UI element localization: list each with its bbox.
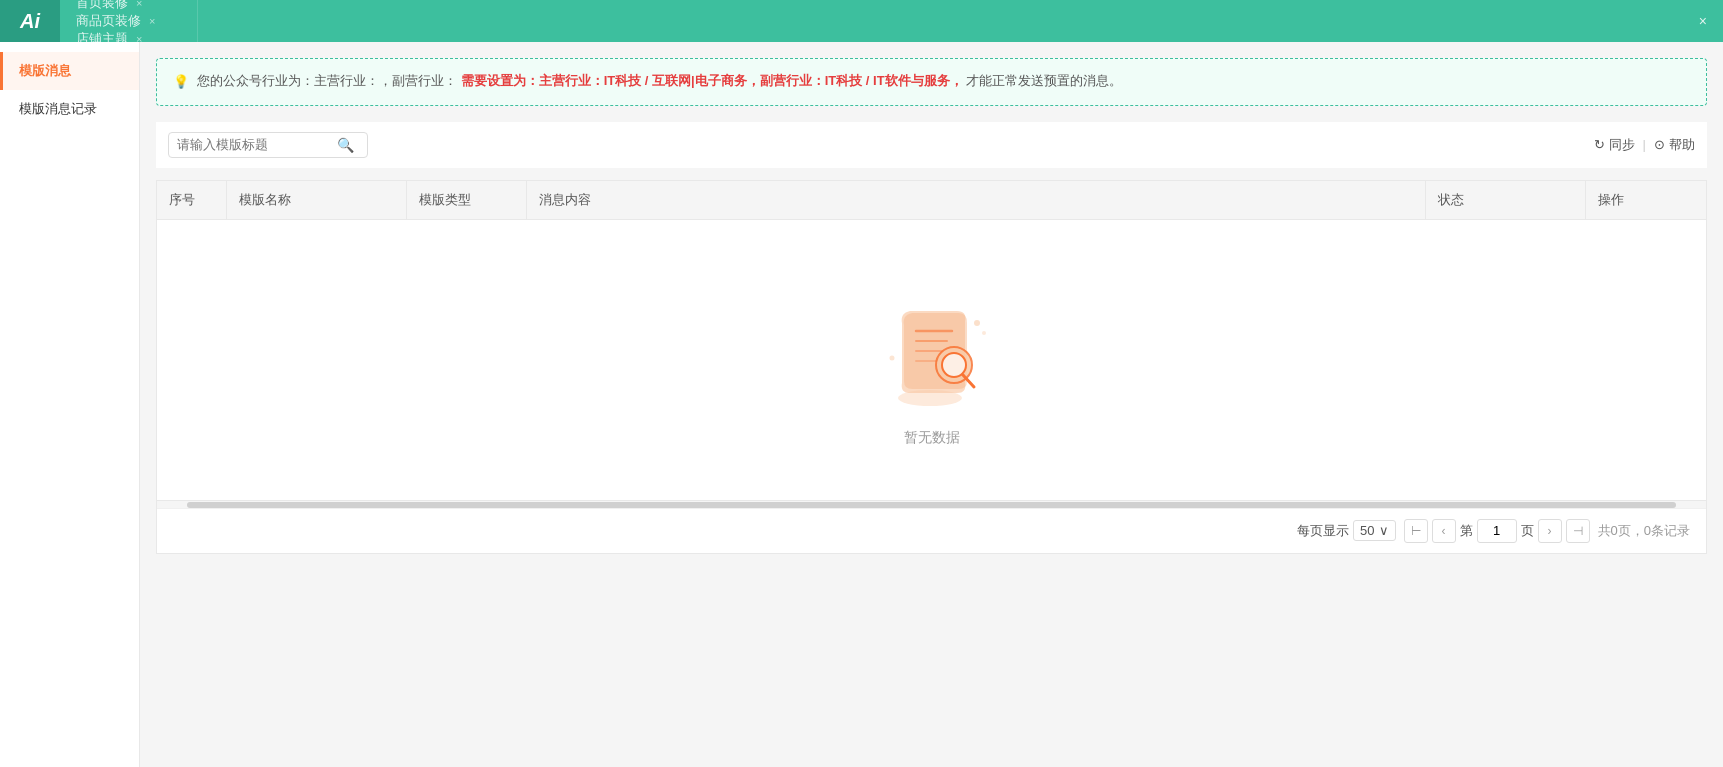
search-bar: 🔍 ↻ 同步 | ⊙ 帮助 bbox=[156, 122, 1707, 168]
empty-text: 暂无数据 bbox=[904, 429, 960, 447]
nav-tab-homepage-decor[interactable]: 首页装修 × bbox=[60, 0, 198, 12]
table-column-header: 状态 bbox=[1426, 181, 1586, 219]
first-page-button[interactable]: ⊢ bbox=[1404, 519, 1428, 543]
bulb-icon: 💡 bbox=[173, 72, 189, 93]
top-nav: Ai 首页微商城店铺设置×商品分类设置×首页装修×商品页装修×店铺主题×开通公众… bbox=[0, 0, 1723, 42]
nav-tab-product-decor[interactable]: 商品页装修 × bbox=[60, 12, 198, 30]
last-page-button[interactable]: ⊣ bbox=[1566, 519, 1590, 543]
table-column-header: 操作 bbox=[1586, 181, 1706, 219]
page-size-label: 每页显示 bbox=[1297, 522, 1349, 540]
search-input-wrap: 🔍 bbox=[168, 132, 368, 158]
search-input[interactable] bbox=[177, 137, 337, 152]
svg-point-11 bbox=[889, 355, 894, 360]
scroll-thumb bbox=[187, 502, 1676, 508]
table-header: 序号模版名称模版类型消息内容状态操作 bbox=[157, 181, 1706, 220]
sidebar-item-label: 模版消息记录 bbox=[19, 101, 97, 116]
page-nav: ⊢ ‹ 第 页 › ⊣ bbox=[1404, 519, 1590, 543]
search-icon[interactable]: 🔍 bbox=[337, 137, 354, 153]
sync-button[interactable]: ↻ 同步 bbox=[1594, 136, 1635, 154]
close-tab-button[interactable]: × bbox=[149, 15, 155, 27]
table-column-header: 模版类型 bbox=[407, 181, 527, 219]
notice-highlight: 需要设置为：主营行业：IT科技 / 互联网|电子商务，副营行业：IT科技 / I… bbox=[461, 73, 963, 88]
table-column-header: 消息内容 bbox=[527, 181, 1426, 219]
svg-point-9 bbox=[974, 320, 980, 326]
page-total: 共0页，0条记录 bbox=[1598, 522, 1690, 540]
notice-banner: 💡 您的公众号行业为：主营行业：，副营行业： 需要设置为：主营行业：IT科技 /… bbox=[156, 58, 1707, 106]
sidebar-items-container: 模版消息模版消息记录 bbox=[0, 52, 139, 128]
main-content: 💡 您的公众号行业为：主营行业：，副营行业： 需要设置为：主营行业：IT科技 /… bbox=[140, 42, 1723, 767]
page-before-label: 第 bbox=[1460, 522, 1473, 540]
nav-tab-label: 首页装修 bbox=[76, 0, 128, 12]
sidebar: 模版消息模版消息记录 bbox=[0, 42, 140, 767]
notice-text: 您的公众号行业为：主营行业：，副营行业： 需要设置为：主营行业：IT科技 / 互… bbox=[197, 71, 1122, 92]
help-label: 帮助 bbox=[1669, 136, 1695, 154]
empty-state: 暂无数据 bbox=[157, 220, 1706, 500]
page-after-label: 页 bbox=[1521, 522, 1534, 540]
help-icon: ⊙ bbox=[1654, 137, 1665, 152]
page-size-select: 每页显示 50 ∨ bbox=[1297, 520, 1395, 541]
app-logo: Ai bbox=[0, 0, 60, 42]
sidebar-item-template-message[interactable]: 模版消息 bbox=[0, 52, 139, 90]
table-wrap: 序号模版名称模版类型消息内容状态操作 bbox=[156, 180, 1707, 554]
divider: | bbox=[1643, 137, 1646, 152]
sync-label: 同步 bbox=[1609, 136, 1635, 154]
svg-point-10 bbox=[982, 331, 986, 335]
help-button[interactable]: ⊙ 帮助 bbox=[1654, 136, 1695, 154]
close-all-button[interactable]: × bbox=[1683, 13, 1723, 29]
nav-tab-label: 店铺主题 bbox=[76, 30, 128, 42]
sync-icon: ↻ bbox=[1594, 137, 1605, 152]
search-left: 🔍 bbox=[168, 132, 368, 158]
nav-tabs-container: 首页微商城店铺设置×商品分类设置×首页装修×商品页装修×店铺主题×开通公众号商城… bbox=[60, 0, 198, 42]
next-page-button[interactable]: › bbox=[1538, 519, 1562, 543]
sidebar-item-label: 模版消息 bbox=[19, 63, 71, 78]
prev-page-button[interactable]: ‹ bbox=[1432, 519, 1456, 543]
page-number-input[interactable] bbox=[1477, 519, 1517, 543]
nav-tab-store-theme[interactable]: 店铺主题 × bbox=[60, 30, 198, 42]
close-tab-button[interactable]: × bbox=[136, 33, 142, 42]
pagination: 每页显示 50 ∨ ⊢ ‹ 第 页 › ⊣ 共0页，0条记录 bbox=[157, 508, 1706, 553]
page-size-dropdown[interactable]: 50 ∨ bbox=[1353, 520, 1395, 541]
search-right: ↻ 同步 | ⊙ 帮助 bbox=[1594, 136, 1695, 154]
sidebar-item-template-message-record[interactable]: 模版消息记录 bbox=[0, 90, 139, 128]
empty-illustration bbox=[872, 293, 992, 413]
main-layout: 模版消息模版消息记录 💡 您的公众号行业为：主营行业：，副营行业： 需要设置为：… bbox=[0, 42, 1723, 767]
table-column-header: 序号 bbox=[157, 181, 227, 219]
close-tab-button[interactable]: × bbox=[136, 0, 142, 9]
dropdown-icon: ∨ bbox=[1379, 523, 1389, 538]
scroll-track[interactable] bbox=[157, 500, 1706, 508]
page-size-value: 50 bbox=[1360, 523, 1374, 538]
table-column-header: 模版名称 bbox=[227, 181, 407, 219]
nav-tab-label: 商品页装修 bbox=[76, 12, 141, 30]
